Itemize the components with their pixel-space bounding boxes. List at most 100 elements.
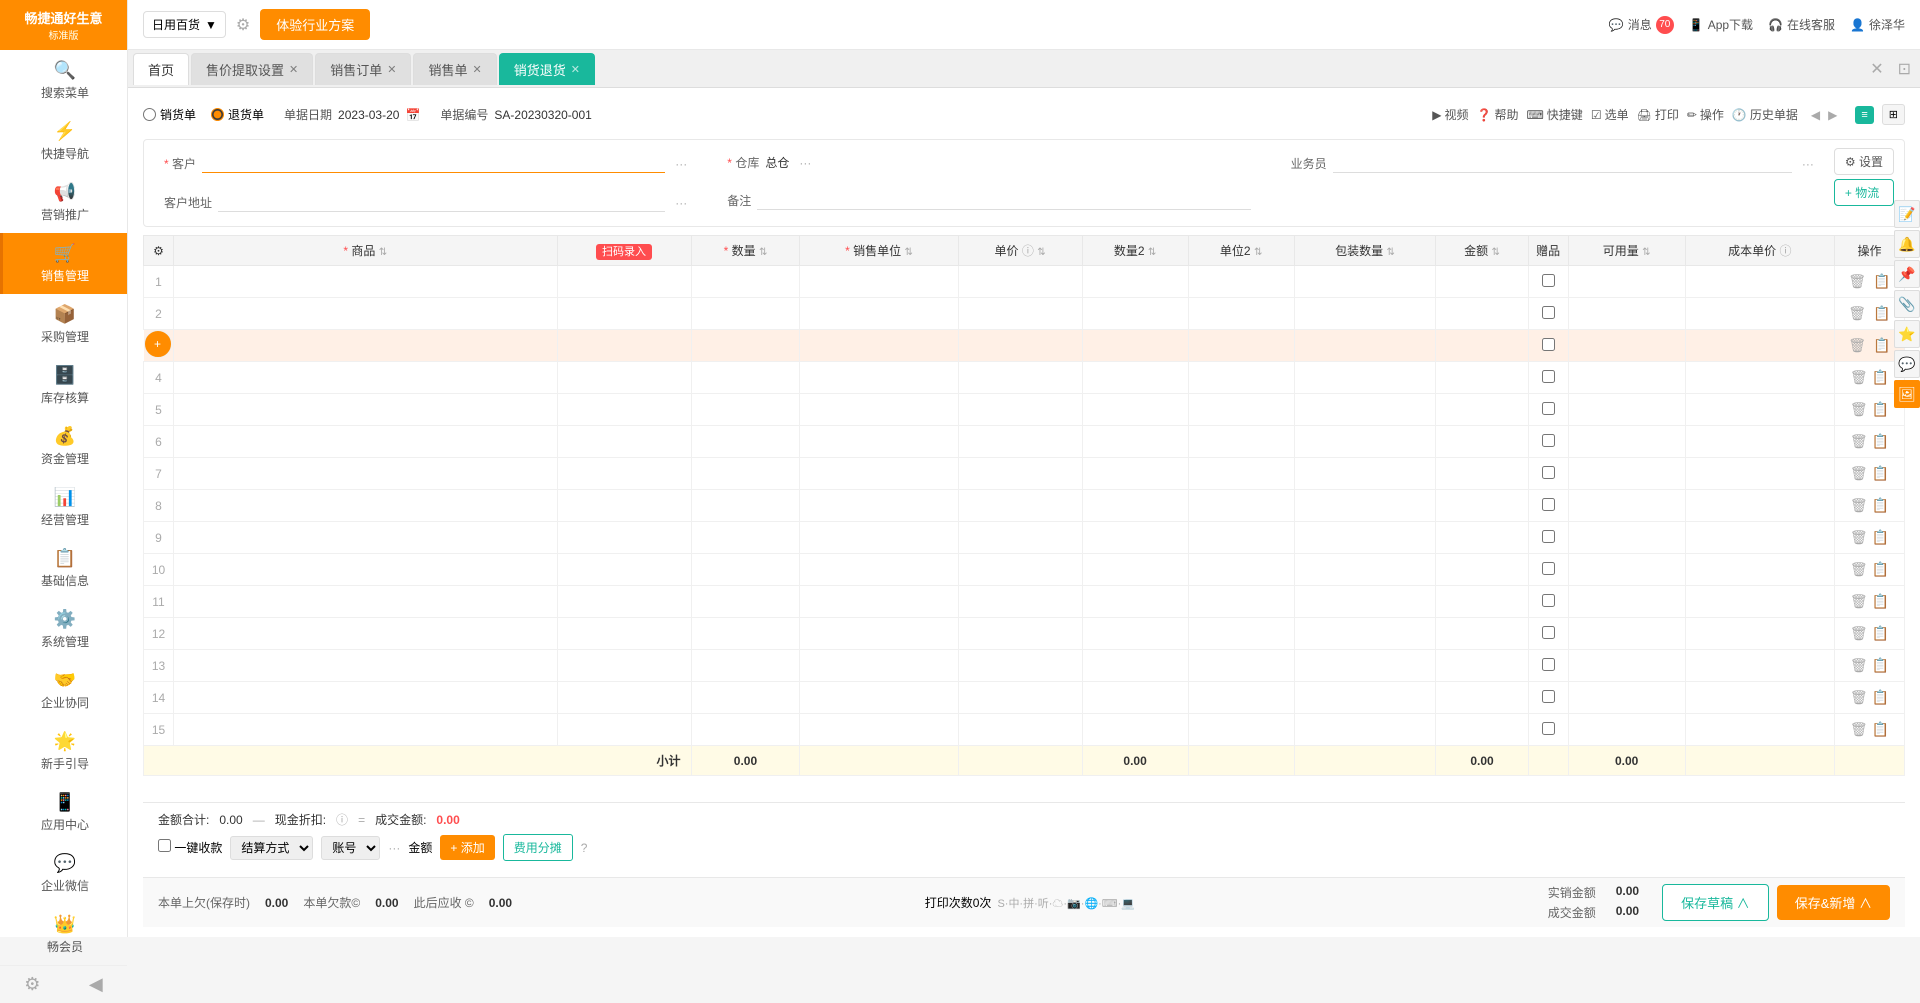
tab-home[interactable]: 首页 — [133, 53, 189, 85]
delete-btn[interactable]: 🗑 — [1846, 335, 1868, 356]
delete-btn[interactable]: 🗑 — [1848, 623, 1870, 644]
remark-input[interactable] — [757, 191, 1250, 210]
pack-qty-cell[interactable] — [1294, 266, 1436, 298]
add-logistics-button[interactable]: + 物流 — [1834, 179, 1894, 206]
amount-cell[interactable] — [1436, 298, 1528, 330]
sidebar-item-system[interactable]: ⚙️ 系统管理 — [0, 599, 127, 660]
right-edge-btn-3[interactable]: 📌 — [1894, 260, 1920, 288]
copy-btn[interactable]: 📋 — [1870, 559, 1891, 580]
sidebar-item-wechat[interactable]: 💬 企业微信 — [0, 843, 127, 904]
amount-cell[interactable] — [1436, 266, 1528, 298]
tab-sales-order[interactable]: 销售订单 ✕ — [315, 53, 411, 85]
delete-btn[interactable]: 🗑 — [1848, 495, 1870, 516]
copy-btn[interactable]: 📋 — [1870, 399, 1891, 420]
delete-btn[interactable]: 🗑 — [1848, 719, 1870, 740]
customer-input[interactable] — [202, 154, 665, 173]
product-cell[interactable] — [174, 586, 558, 618]
sidebar-item-basic[interactable]: 📋 基础信息 — [0, 538, 127, 599]
tab-sales-delivery[interactable]: 销售单 ✕ — [413, 53, 496, 85]
customer-dots[interactable]: ··· — [675, 157, 687, 171]
tab-price-setting[interactable]: 售价提取设置 ✕ — [191, 53, 313, 85]
sort-icon[interactable]: ⇅ — [379, 247, 387, 258]
return-radio-input[interactable] — [211, 108, 224, 121]
product-cell[interactable] — [174, 426, 558, 458]
copy-btn[interactable]: 📋 — [1870, 623, 1891, 644]
industry-selector[interactable]: 日用百货 ▼ — [143, 11, 226, 38]
account-dots[interactable]: ··· — [388, 841, 400, 855]
gift-cell[interactable] — [1528, 330, 1568, 362]
pack-qty-cell[interactable] — [1294, 330, 1436, 362]
unit2-cell[interactable] — [1188, 266, 1294, 298]
delete-btn[interactable]: 🗑 — [1846, 271, 1868, 292]
copy-btn[interactable]: 📋 — [1870, 591, 1891, 612]
unit-price-cell[interactable] — [958, 330, 1082, 362]
right-edge-btn-1[interactable]: 📝 — [1894, 200, 1920, 228]
trial-btn[interactable]: 体验行业方案 — [260, 9, 370, 40]
delete-btn[interactable]: 🗑 — [1848, 527, 1870, 548]
product-cell[interactable] — [174, 394, 558, 426]
copy-btn[interactable]: 📋 — [1870, 495, 1891, 516]
list-view-btn[interactable]: ≡ — [1855, 106, 1873, 124]
copy-btn[interactable]: 📋 — [1871, 303, 1892, 324]
product-input-active[interactable] — [178, 338, 553, 353]
sales-radio[interactable]: 销货单 — [143, 106, 196, 123]
gift-checkbox[interactable] — [1542, 274, 1555, 287]
sidebar-item-newbie[interactable]: 🌟 新手引导 — [0, 721, 127, 782]
tab-sales-return-close-icon[interactable]: ✕ — [571, 63, 580, 76]
calendar-icon[interactable]: 📅 — [405, 108, 420, 122]
gift-checkbox[interactable] — [1542, 338, 1555, 351]
pack-sort-icon[interactable]: ⇅ — [1387, 247, 1395, 258]
print-btn[interactable]: 🖨 打印 — [1637, 106, 1679, 123]
product-cell[interactable] — [174, 266, 558, 298]
qty2-sort-icon[interactable]: ⇅ — [1148, 247, 1156, 258]
prev-record-icon[interactable]: ◀ — [1811, 108, 1820, 122]
sidebar-item-finance[interactable]: 💰 资金管理 — [0, 416, 127, 477]
history-btn[interactable]: 🕐 历史单据 — [1732, 106, 1798, 123]
app-download-btn[interactable]: 📱 App下载 — [1689, 16, 1753, 33]
sidebar-item-partner[interactable]: 🤝 企业协同 — [0, 660, 127, 721]
close-window-icon[interactable]: ✕ — [1862, 59, 1891, 79]
save-draft-button[interactable]: 保存草稿 ∧ — [1662, 884, 1769, 921]
sidebar-item-app-center[interactable]: 📱 应用中心 — [0, 782, 127, 843]
message-btn[interactable]: 💬 消息 70 — [1609, 16, 1674, 34]
right-edge-btn-6[interactable]: 💬 — [1894, 350, 1920, 378]
price-sort-icon[interactable]: ⇅ — [1037, 247, 1045, 258]
delete-btn[interactable]: 🗑 — [1848, 367, 1870, 388]
cost-info-icon[interactable]: ⓘ — [1780, 244, 1792, 258]
gift-checkbox[interactable] — [1542, 626, 1555, 639]
col-gear[interactable]: ⚙ — [144, 236, 174, 266]
sidebar-item-search[interactable]: 🔍 搜索菜单 — [0, 50, 127, 111]
product-cell[interactable] — [174, 714, 558, 746]
next-record-icon[interactable]: ▶ — [1828, 108, 1837, 122]
quantity-cell[interactable] — [691, 330, 800, 362]
gift-checkbox[interactable] — [1542, 562, 1555, 575]
copy-btn[interactable]: 📋 — [1871, 335, 1892, 356]
copy-btn[interactable]: 📋 — [1870, 463, 1891, 484]
ops-btn[interactable]: ✏ 操作 — [1687, 106, 1724, 123]
save-new-button[interactable]: 保存&新增 ∧ — [1777, 885, 1890, 920]
right-edge-btn-4[interactable]: 📎 — [1894, 290, 1920, 318]
maximize-icon[interactable]: ⊡ — [1894, 59, 1915, 79]
collapse-icon[interactable]: ◀ — [89, 974, 103, 995]
user-btn[interactable]: 👤 徐泽华 — [1850, 16, 1905, 33]
copy-btn[interactable]: 📋 — [1870, 719, 1891, 740]
qty-sort-icon[interactable]: ⇅ — [759, 247, 767, 258]
sidebar-item-member[interactable]: 👑 畅会员 — [0, 904, 127, 965]
product-cell[interactable] — [174, 682, 558, 714]
gift-checkbox[interactable] — [1542, 722, 1555, 735]
right-edge-btn-2[interactable]: 🔔 — [1894, 230, 1920, 258]
add-row-btn[interactable]: + — [144, 330, 172, 358]
qty2-cell[interactable] — [1082, 330, 1188, 362]
gift-checkbox[interactable] — [1542, 498, 1555, 511]
copy-btn[interactable]: 📋 — [1870, 367, 1891, 388]
unit-sort-icon[interactable]: ⇅ — [904, 247, 912, 258]
gift-cell[interactable] — [1528, 266, 1568, 298]
salesperson-input[interactable] — [1333, 154, 1792, 173]
delete-btn[interactable]: 🗑 — [1848, 431, 1870, 452]
gift-checkbox[interactable] — [1542, 690, 1555, 703]
gift-checkbox[interactable] — [1542, 306, 1555, 319]
tab-sales-return[interactable]: 销货退货 ✕ — [499, 53, 595, 85]
settings-bottom-icon[interactable]: ⚙ — [24, 974, 40, 995]
sidebar-item-sales[interactable]: 🛒 销售管理 — [0, 233, 127, 294]
copy-btn[interactable]: 📋 — [1870, 687, 1891, 708]
